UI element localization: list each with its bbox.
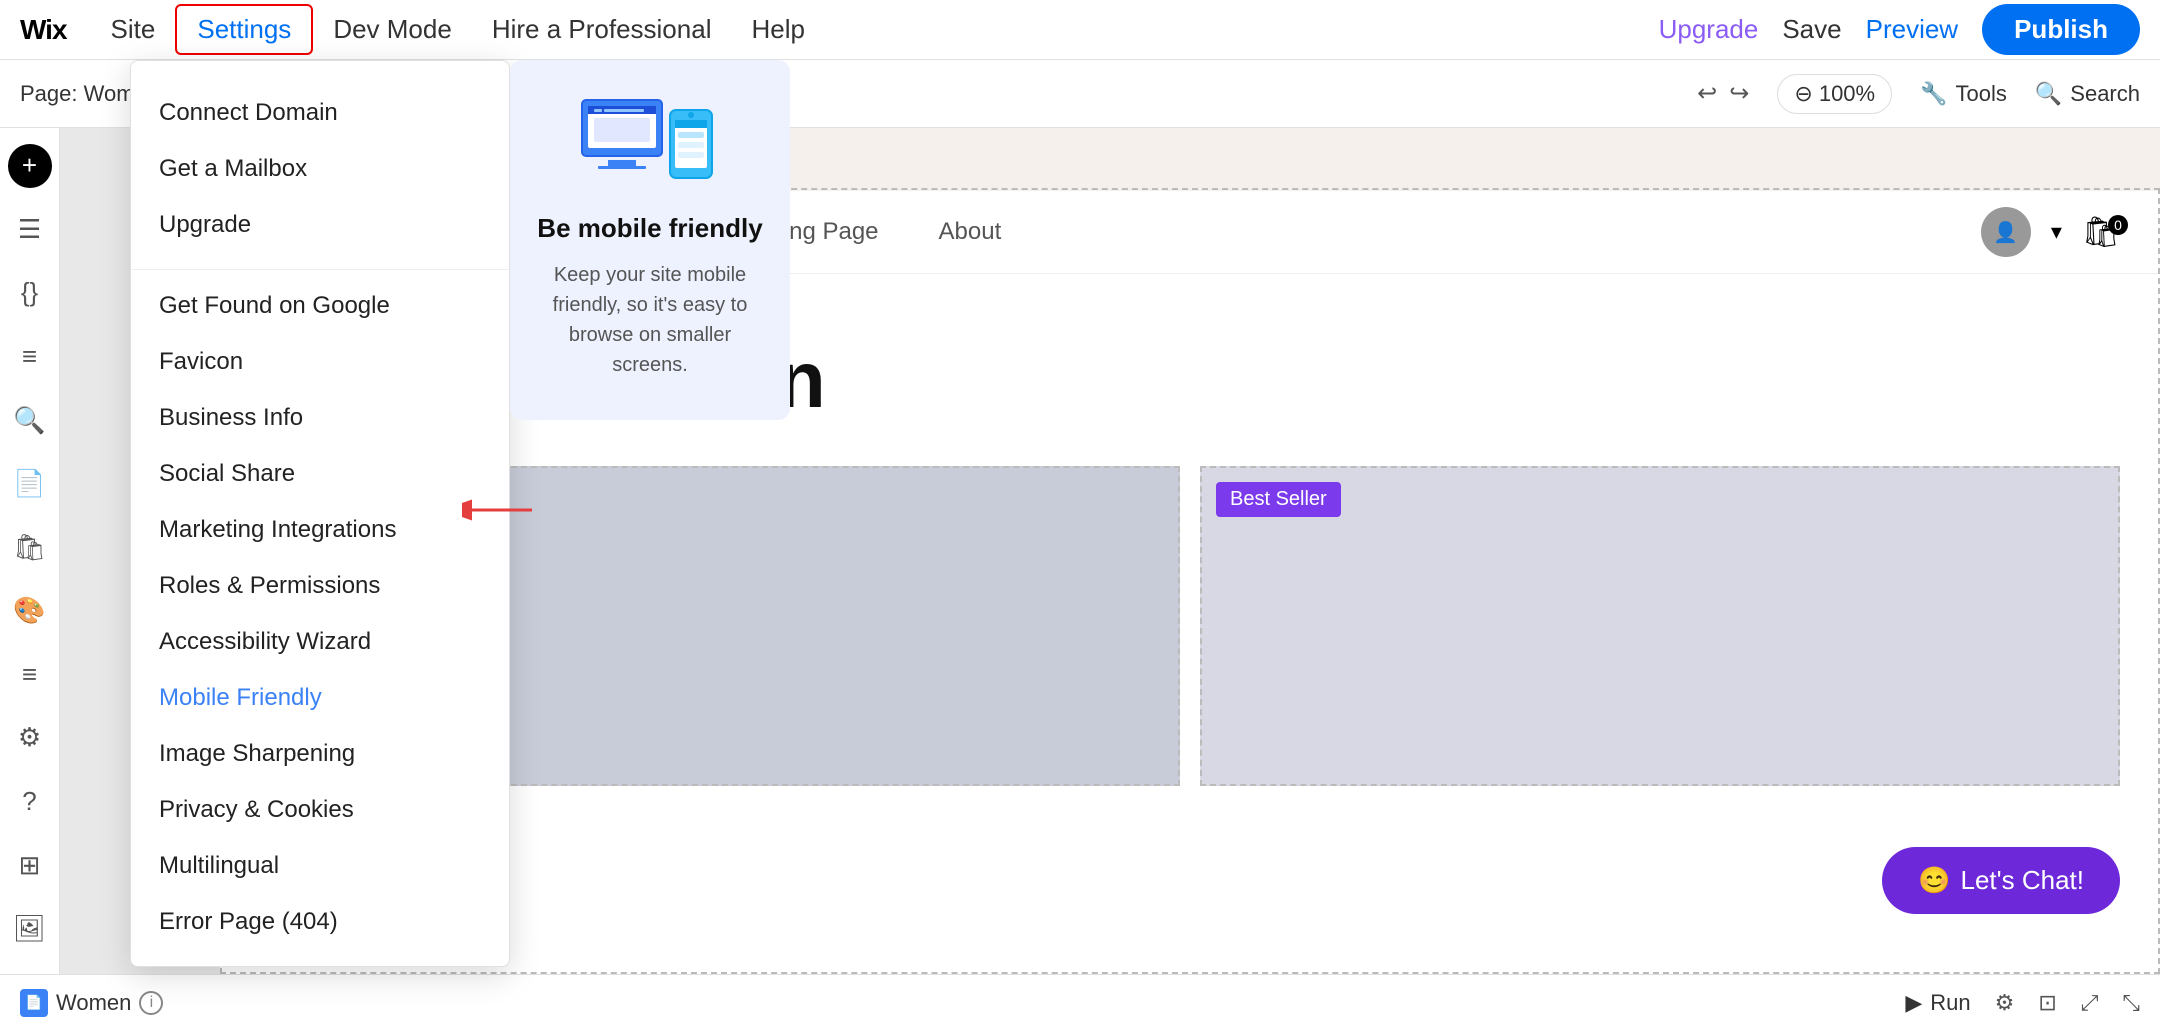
- expand-icon[interactable]: ⤢: [2081, 990, 2099, 1016]
- topbar: Wix Site Settings Dev Mode Hire a Profes…: [0, 0, 2160, 60]
- menu-connect-domain[interactable]: Connect Domain: [131, 85, 509, 141]
- product-card-2: Best Seller: [1200, 466, 2120, 786]
- settings-menu-trigger[interactable]: Settings: [175, 4, 313, 55]
- bottombar: 📄 Women i ▶ Run ⚙ ⊡ ⤢ ⤡: [0, 974, 2160, 1030]
- bottom-page-name: Women: [56, 990, 131, 1016]
- search-icon: 🔍: [2035, 81, 2062, 107]
- search-label: Search: [2070, 81, 2140, 107]
- design-icon[interactable]: {}: [8, 271, 52, 315]
- store-icon[interactable]: 🛍: [8, 525, 52, 569]
- connect-icon[interactable]: ⚙: [8, 716, 52, 760]
- menu-business-info[interactable]: Business Info: [131, 390, 509, 446]
- preview-button[interactable]: Preview: [1866, 14, 1958, 45]
- run-icon: ▶: [1905, 990, 1922, 1016]
- zoom-level: 100%: [1819, 81, 1875, 107]
- redo-button[interactable]: ↪: [1729, 79, 1749, 108]
- frame-icon[interactable]: ⊡: [2038, 990, 2056, 1016]
- menu-mobile-friendly[interactable]: Mobile Friendly: [131, 670, 509, 726]
- zoom-minus-icon: ⊖: [1794, 81, 1812, 107]
- save-button[interactable]: Save: [1782, 14, 1841, 45]
- menu-get-mailbox[interactable]: Get a Mailbox: [131, 141, 509, 197]
- menu-favicon[interactable]: Favicon: [131, 334, 509, 390]
- best-seller-badge: Best Seller: [1216, 482, 1341, 517]
- mobile-friendly-panel: Be mobile friendly Keep your site mobile…: [510, 60, 790, 420]
- search-button[interactable]: 🔍 Search: [2035, 81, 2140, 107]
- nav-chevron-icon: ▾: [2051, 219, 2062, 245]
- bottom-info-icon[interactable]: i: [139, 991, 163, 1015]
- nav-item-about[interactable]: About: [939, 218, 1002, 246]
- bottom-page-info: 📄 Women i: [20, 989, 163, 1017]
- panel-title: Be mobile friendly: [537, 213, 762, 244]
- zoom-control[interactable]: ⊖ 100%: [1777, 74, 1892, 114]
- menu-marketing-integrations[interactable]: Marketing Integrations: [131, 502, 509, 558]
- widgets-icon[interactable]: ⊞: [8, 843, 52, 887]
- menu-roles-permissions[interactable]: Roles & Permissions: [131, 558, 509, 614]
- elements-icon[interactable]: ≡: [8, 335, 52, 379]
- menu-privacy-cookies[interactable]: Privacy & Cookies: [131, 782, 509, 838]
- menu-error-page[interactable]: Error Page (404): [131, 894, 509, 950]
- tools-button[interactable]: 🔧 Tools: [1920, 81, 2007, 107]
- collapse-icon[interactable]: ⤡: [2122, 990, 2140, 1016]
- menu-get-found-google[interactable]: Get Found on Google: [131, 278, 509, 334]
- page-label: Page: Wome: [20, 81, 147, 107]
- mobile-illustration: [580, 92, 720, 197]
- cart-icon[interactable]: 🛍 0: [2082, 215, 2120, 250]
- paint-icon[interactable]: 🎨: [8, 589, 52, 633]
- menu-social-share[interactable]: Social Share: [131, 446, 509, 502]
- tools-label: Tools: [1956, 81, 2007, 107]
- tools-icon: 🔧: [1920, 81, 1947, 107]
- site-menu[interactable]: Site: [91, 6, 176, 53]
- chat-icon: 😊: [1918, 865, 1950, 896]
- pages-icon[interactable]: ☰: [8, 208, 52, 252]
- run-label: Run: [1930, 990, 1970, 1016]
- menu-image-sharpening[interactable]: Image Sharpening: [131, 726, 509, 782]
- left-sidebar: + ☰ {} ≡ 🔍 📄 🛍 🎨 ≡ ⚙ ? ⊞ 🖼 ⊟: [0, 128, 60, 1030]
- devmode-menu[interactable]: Dev Mode: [313, 6, 472, 53]
- adjust-icon[interactable]: ⚙: [1995, 990, 2015, 1016]
- arrow-indicator: [462, 490, 542, 530]
- undo-button[interactable]: ↩: [1697, 79, 1717, 108]
- add-element-button[interactable]: +: [8, 144, 52, 188]
- help-menu[interactable]: Help: [731, 6, 824, 53]
- chat-button[interactable]: 😊 Let's Chat!: [1882, 847, 2120, 914]
- hire-menu[interactable]: Hire a Professional: [472, 6, 732, 53]
- search-sidebar-icon[interactable]: 🔍: [8, 398, 52, 442]
- chat-label: Let's Chat!: [1961, 865, 2084, 896]
- panel-description: Keep your site mobile friendly, so it's …: [534, 260, 766, 380]
- menu-multilingual[interactable]: Multilingual: [131, 838, 509, 894]
- menu-upgrade[interactable]: Upgrade: [131, 197, 509, 253]
- wix-logo: Wix: [20, 14, 67, 46]
- menu-accessibility-wizard[interactable]: Accessibility Wizard: [131, 614, 509, 670]
- run-button[interactable]: ▶ Run: [1905, 990, 1970, 1016]
- bottom-page-icon: 📄: [20, 989, 48, 1017]
- publish-button[interactable]: Publish: [1982, 4, 2140, 55]
- blog-icon[interactable]: 📄: [8, 462, 52, 506]
- layers-icon[interactable]: ≡: [8, 653, 52, 697]
- upgrade-button[interactable]: Upgrade: [1659, 14, 1759, 45]
- help-sidebar-icon[interactable]: ?: [8, 780, 52, 824]
- account-avatar[interactable]: 👤: [1981, 207, 2031, 257]
- media-icon[interactable]: 🖼: [8, 907, 52, 951]
- settings-dropdown: Connect Domain Get a Mailbox Upgrade Get…: [130, 60, 510, 967]
